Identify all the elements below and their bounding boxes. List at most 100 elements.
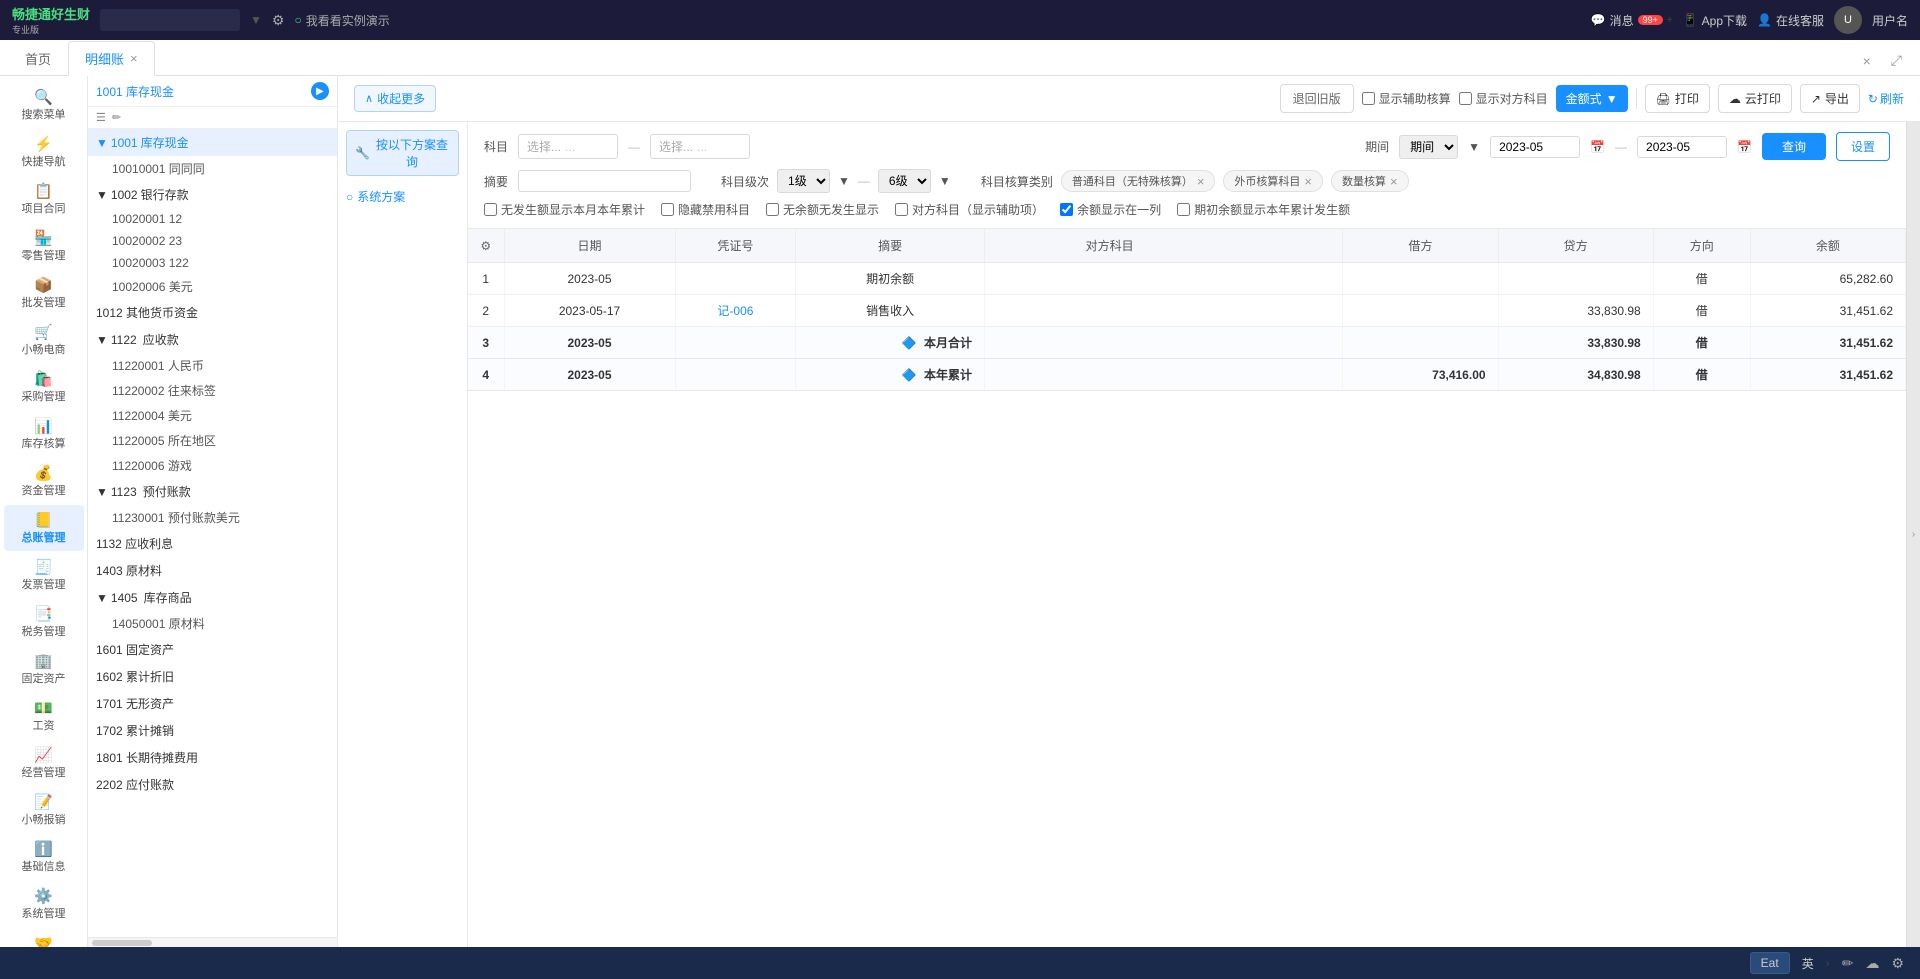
- checkbox-opposite-label[interactable]: 对方科目（显示辅助项）: [895, 201, 1044, 218]
- expand-more-btn[interactable]: ∧ 收起更多: [354, 85, 436, 112]
- calendar-end-icon[interactable]: 📅: [1737, 140, 1752, 154]
- nav-retail[interactable]: 🏪 零售管理: [4, 223, 84, 269]
- app-download-btn[interactable]: 📱 App下载: [1683, 12, 1747, 29]
- tree-node-10020003[interactable]: 10020003 122: [88, 252, 337, 274]
- nav-base[interactable]: ℹ️ 基础信息: [4, 834, 84, 880]
- tree-node-1002[interactable]: ▼ 1002 银行存款: [88, 181, 337, 208]
- panel-collapse-arrow[interactable]: ‹: [1916, 229, 1920, 259]
- tree-node-1132[interactable]: 1132 应收利息: [88, 530, 337, 557]
- checkbox-no-balance-label[interactable]: 无余额无发生显示: [766, 201, 879, 218]
- tab-detail[interactable]: 明细账 ×: [68, 41, 155, 76]
- tree-node-1602[interactable]: 1602 累计折旧: [88, 663, 337, 690]
- checkbox-balance-one-col[interactable]: [1060, 203, 1073, 216]
- checkbox-no-occur-label[interactable]: 无发生额显示本月本年累计: [484, 201, 645, 218]
- nav-wholesale[interactable]: 📦 批发管理: [4, 270, 84, 316]
- online-service-btn[interactable]: 👤 在线客服: [1757, 12, 1824, 29]
- tree-edit-icon[interactable]: ✏: [112, 111, 121, 124]
- checkbox-no-occur[interactable]: [484, 203, 497, 216]
- checkbox-period-begin[interactable]: [1177, 203, 1190, 216]
- query-btn[interactable]: 查询: [1762, 133, 1826, 160]
- tree-node-11220002[interactable]: 11220002 往来标签: [88, 378, 337, 403]
- nav-capital[interactable]: 💰 资金管理: [4, 458, 84, 504]
- tree-node-1405[interactable]: ▼ 1405 库存商品: [88, 584, 337, 611]
- tree-node-1801[interactable]: 1801 长期待摊费用: [88, 744, 337, 771]
- lang-btn[interactable]: 英: [1802, 955, 1814, 972]
- tag-foreign-account[interactable]: 外币核算科目 ×: [1223, 170, 1323, 192]
- tree-node-10020001[interactable]: 10020001 12: [88, 208, 337, 230]
- nav-ledger[interactable]: 📒 总账管理: [4, 505, 84, 551]
- tag-quantity-account[interactable]: 数量核算 ×: [1331, 170, 1409, 192]
- tree-node-11220004[interactable]: 11220004 美元: [88, 403, 337, 428]
- tree-node-1702[interactable]: 1702 累计摊销: [88, 717, 337, 744]
- checkbox-no-balance[interactable]: [766, 203, 779, 216]
- window-close-btn[interactable]: ×: [1853, 47, 1881, 75]
- tree-node-14050001[interactable]: 14050001 原材料: [88, 611, 337, 636]
- checkbox-opposite[interactable]: [895, 203, 908, 216]
- tree-node-1122[interactable]: ▼ 1122 应收款: [88, 326, 337, 353]
- tree-node-10010001[interactable]: 10010001 同同同: [88, 156, 337, 181]
- nav-sales-report[interactable]: 📝 小畅报销: [4, 787, 84, 833]
- amount-format-dropdown[interactable]: 金额式 ▼: [1556, 85, 1628, 112]
- level-end-select[interactable]: 6级: [878, 169, 931, 193]
- refresh-btn[interactable]: ↻ 刷新: [1868, 90, 1904, 107]
- tree-node-11220006[interactable]: 11220006 游戏: [88, 453, 337, 478]
- col-settings[interactable]: ⚙: [468, 229, 504, 263]
- nav-salary[interactable]: 💵 工资: [4, 693, 84, 739]
- show-aux-checkbox-label[interactable]: 显示辅助核算: [1362, 90, 1451, 107]
- start-period-input[interactable]: [1490, 136, 1580, 158]
- checkbox-period-begin-label[interactable]: 期初余额显示本年累计发生额: [1177, 201, 1350, 218]
- tree-node-10020002[interactable]: 10020002 23: [88, 230, 337, 252]
- nav-inventory[interactable]: 📊 库存核算: [4, 411, 84, 457]
- checkbox-balance-one-col-label[interactable]: 余额显示在一列: [1060, 201, 1161, 218]
- tag-normal-account[interactable]: 普通科目（无特殊核算） ×: [1061, 170, 1216, 192]
- settings-icon-top[interactable]: ⚙: [272, 12, 285, 29]
- period-type-select[interactable]: 期间: [1399, 135, 1458, 159]
- nav-quick[interactable]: ⚡ 快捷导航: [4, 129, 84, 175]
- edit-icon[interactable]: ✏: [1842, 955, 1854, 972]
- nav-invoice[interactable]: 🧾 发票管理: [4, 552, 84, 598]
- close-tab-icon[interactable]: ×: [130, 51, 138, 66]
- tree-node-11230001[interactable]: 11230001 预付账款美元: [88, 505, 337, 530]
- nav-enterprise[interactable]: 🤝 企业协同: [4, 928, 84, 947]
- account-filter-input[interactable]: 选择... ...: [518, 134, 618, 159]
- system-scheme-link[interactable]: ○ 系统方案: [346, 184, 459, 209]
- top-search-input[interactable]: [100, 9, 240, 31]
- export-btn[interactable]: ↗ 导出: [1800, 84, 1860, 113]
- print-btn[interactable]: 🖨 打印: [1645, 84, 1710, 113]
- nav-system[interactable]: ⚙️ 系统管理: [4, 881, 84, 927]
- tree-node-10020006[interactable]: 10020006 美元: [88, 274, 337, 299]
- tree-node-1601[interactable]: 1601 固定资产: [88, 636, 337, 663]
- checkbox-hide-disabled[interactable]: [661, 203, 674, 216]
- tree-list-icon[interactable]: ☰: [96, 111, 106, 124]
- nav-fixed-assets[interactable]: 🏢 固定资产: [4, 646, 84, 692]
- demo-link[interactable]: ○ 我看看实例演示: [294, 12, 389, 29]
- nav-operations[interactable]: 📈 经营管理: [4, 740, 84, 786]
- tree-node-11220005[interactable]: 11220005 所在地区: [88, 428, 337, 453]
- show-opposite-checkbox[interactable]: [1459, 92, 1472, 105]
- level-start-select[interactable]: 1级: [777, 169, 830, 193]
- tree-node-1012[interactable]: 1012 其他货币资金: [88, 299, 337, 326]
- user-avatar[interactable]: U: [1834, 6, 1862, 34]
- setting-btn[interactable]: 设置: [1836, 132, 1890, 161]
- nav-search[interactable]: 🔍 搜索菜单: [4, 82, 84, 128]
- tag-remove-1[interactable]: ×: [1304, 174, 1312, 189]
- voucher-link[interactable]: 记-006: [717, 304, 753, 318]
- tree-node-11220001[interactable]: 11220001 人民币: [88, 353, 337, 378]
- message-btn[interactable]: 💬 消息 99+ +: [1591, 12, 1673, 29]
- show-aux-checkbox[interactable]: [1362, 92, 1375, 105]
- show-opposite-checkbox-label[interactable]: 显示对方科目: [1459, 90, 1548, 107]
- account-filter-input2[interactable]: 选择... ...: [650, 134, 750, 159]
- account-navigate-btn[interactable]: ▶: [311, 82, 329, 100]
- tag-remove-0[interactable]: ×: [1197, 174, 1205, 189]
- window-maximize-btn[interactable]: ⤢: [1881, 46, 1912, 75]
- tag-remove-2[interactable]: ×: [1390, 174, 1398, 189]
- calendar-start-icon[interactable]: 📅: [1590, 140, 1605, 154]
- summary-input[interactable]: [518, 170, 691, 192]
- tree-node-1123[interactable]: ▼ 1123 预付账款: [88, 478, 337, 505]
- return-old-btn[interactable]: 退回旧版: [1280, 84, 1354, 113]
- nav-tax[interactable]: 📑 税务管理: [4, 599, 84, 645]
- tree-node-1701[interactable]: 1701 无形资产: [88, 690, 337, 717]
- tab-home[interactable]: 首页: [8, 41, 68, 75]
- end-period-input[interactable]: [1637, 136, 1727, 158]
- tree-node-1001[interactable]: ▼ 1001 库存现金: [88, 129, 337, 156]
